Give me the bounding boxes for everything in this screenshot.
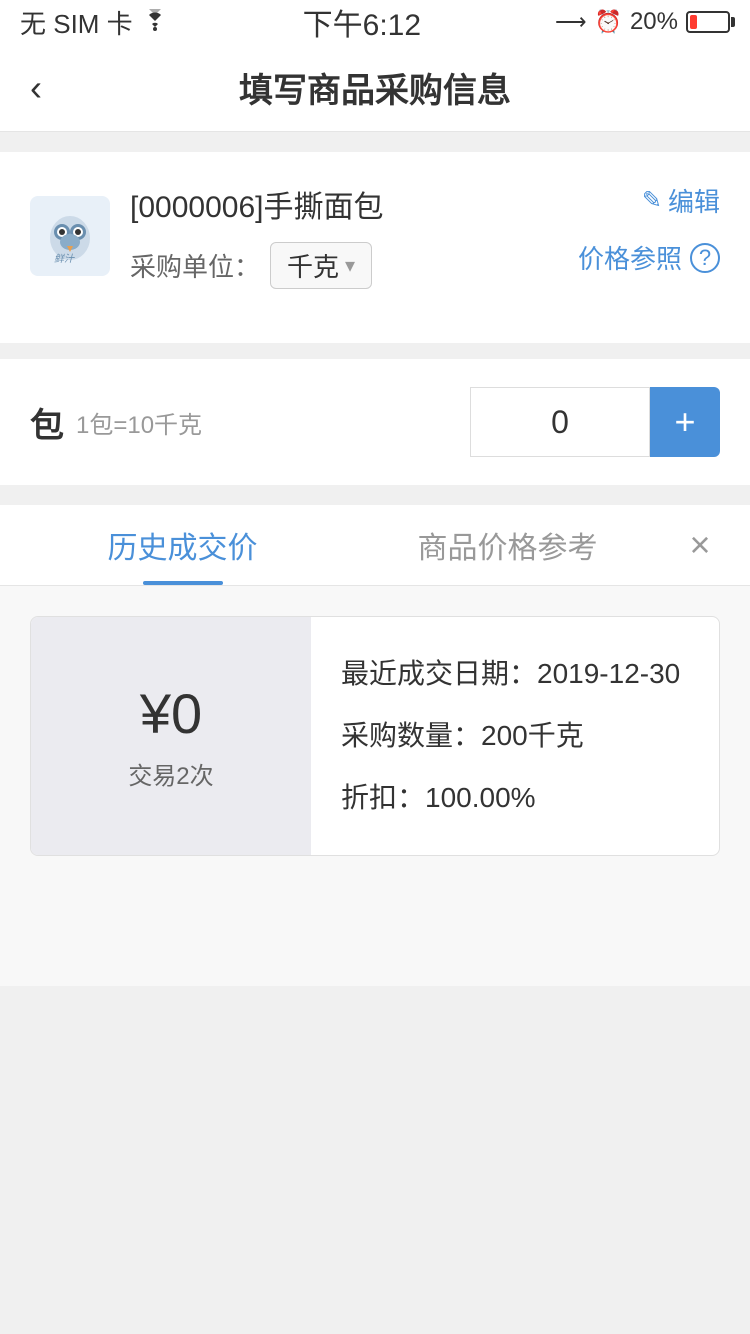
location-icon: ⟶ (555, 9, 587, 35)
help-icon: ? (690, 243, 720, 273)
unit-value: 千克 (287, 247, 339, 284)
quantity-detail-value: 200千克 (481, 720, 584, 751)
product-name-text: 手撕面包 (263, 191, 383, 224)
brand-logo-svg: 鲜汁 (40, 206, 100, 266)
product-id: [0000006] (130, 191, 263, 224)
status-bar: 无 SIM 卡 下午6:12 ⟶ ⏰ 20% (0, 0, 750, 44)
price-ref-label: 价格参照 (578, 239, 682, 276)
quantity-input[interactable] (470, 387, 650, 457)
recent-date-label: 最近成交日期： (341, 658, 537, 689)
section-divider (0, 343, 750, 359)
tab-price-ref-label: 商品价格参考 (418, 523, 598, 567)
unit-label: 采购单位： (130, 247, 260, 284)
tab-history-label: 历史成交价 (108, 523, 258, 567)
product-left: 鲜汁 [0000006]手撕面包 采购单位： 千克 ▾ (30, 182, 383, 289)
product-card: 鲜汁 [0000006]手撕面包 采购单位： 千克 ▾ ✎ 编辑 (0, 152, 750, 343)
history-content: ¥0 交易2次 最近成交日期：2019-12-30 采购数量：200千克 折扣：… (0, 586, 750, 986)
quantity-plus-button[interactable]: + (650, 387, 720, 457)
status-right: ⟶ ⏰ 20% (555, 8, 730, 36)
chevron-down-icon: ▾ (345, 253, 355, 278)
history-card-right: 最近成交日期：2019-12-30 采购数量：200千克 折扣：100.00% (311, 617, 719, 855)
tab-close-button[interactable]: × (670, 515, 730, 575)
recent-date-row: 最近成交日期：2019-12-30 (341, 653, 689, 695)
edit-icon: ✎ (642, 186, 662, 215)
nav-bar: ‹ 填写商品采购信息 (0, 44, 750, 132)
wifi-icon (141, 7, 169, 38)
history-card-left: ¥0 交易2次 (31, 617, 311, 855)
product-logo: 鲜汁 (30, 196, 110, 276)
back-button[interactable]: ‹ (20, 57, 52, 119)
tab-bar: 历史成交价 商品价格参考 × (0, 505, 750, 586)
unit-selector[interactable]: 千克 ▾ (270, 242, 372, 289)
product-header: 鲜汁 [0000006]手撕面包 采购单位： 千克 ▾ ✎ 编辑 (30, 182, 720, 289)
tab-price-reference[interactable]: 商品价格参考 (345, 505, 670, 585)
svg-text:鲜汁: 鲜汁 (54, 253, 75, 265)
alarm-icon: ⏰ (595, 9, 622, 35)
currency-symbol: ¥ (140, 682, 171, 745)
unit-conversion: 1包=10千克 (76, 405, 202, 440)
product-unit-row: 采购单位： 千克 ▾ (130, 242, 383, 289)
quantity-detail-label: 采购数量： (341, 720, 481, 751)
status-left: 无 SIM 卡 (20, 4, 169, 41)
history-card: ¥0 交易2次 最近成交日期：2019-12-30 采购数量：200千克 折扣：… (30, 616, 720, 856)
product-name: [0000006]手撕面包 (130, 182, 383, 226)
time-display: 下午6:12 (303, 0, 421, 44)
battery-fill (690, 15, 697, 29)
price-value: 0 (171, 682, 202, 745)
edit-button[interactable]: ✎ 编辑 (642, 182, 720, 219)
quantity-input-area: + (470, 387, 720, 457)
discount-value: 100.00% (425, 782, 536, 813)
quantity-row-detail: 采购数量：200千克 (341, 715, 689, 757)
battery-icon (686, 11, 730, 33)
price-ref-button[interactable]: 价格参照 ? (578, 239, 720, 276)
discount-row: 折扣：100.00% (341, 777, 689, 819)
quantity-label: 包 1包=10千克 (30, 398, 202, 447)
quantity-row: 包 1包=10千克 + (0, 359, 750, 485)
carrier-text: 无 SIM 卡 (20, 4, 133, 41)
history-trades: 交易2次 (128, 756, 213, 791)
product-info: [0000006]手撕面包 采购单位： 千克 ▾ (130, 182, 383, 289)
discount-label: 折扣： (341, 782, 425, 813)
history-price: ¥0 (140, 681, 202, 746)
battery-percent: 20% (630, 8, 678, 36)
edit-label: 编辑 (668, 182, 720, 219)
recent-date-value: 2019-12-30 (537, 658, 680, 689)
tab-history-price[interactable]: 历史成交价 (20, 505, 345, 585)
unit-big: 包 (30, 398, 64, 447)
page-title: 填写商品采购信息 (239, 63, 511, 112)
product-actions: ✎ 编辑 价格参照 ? (578, 182, 720, 276)
